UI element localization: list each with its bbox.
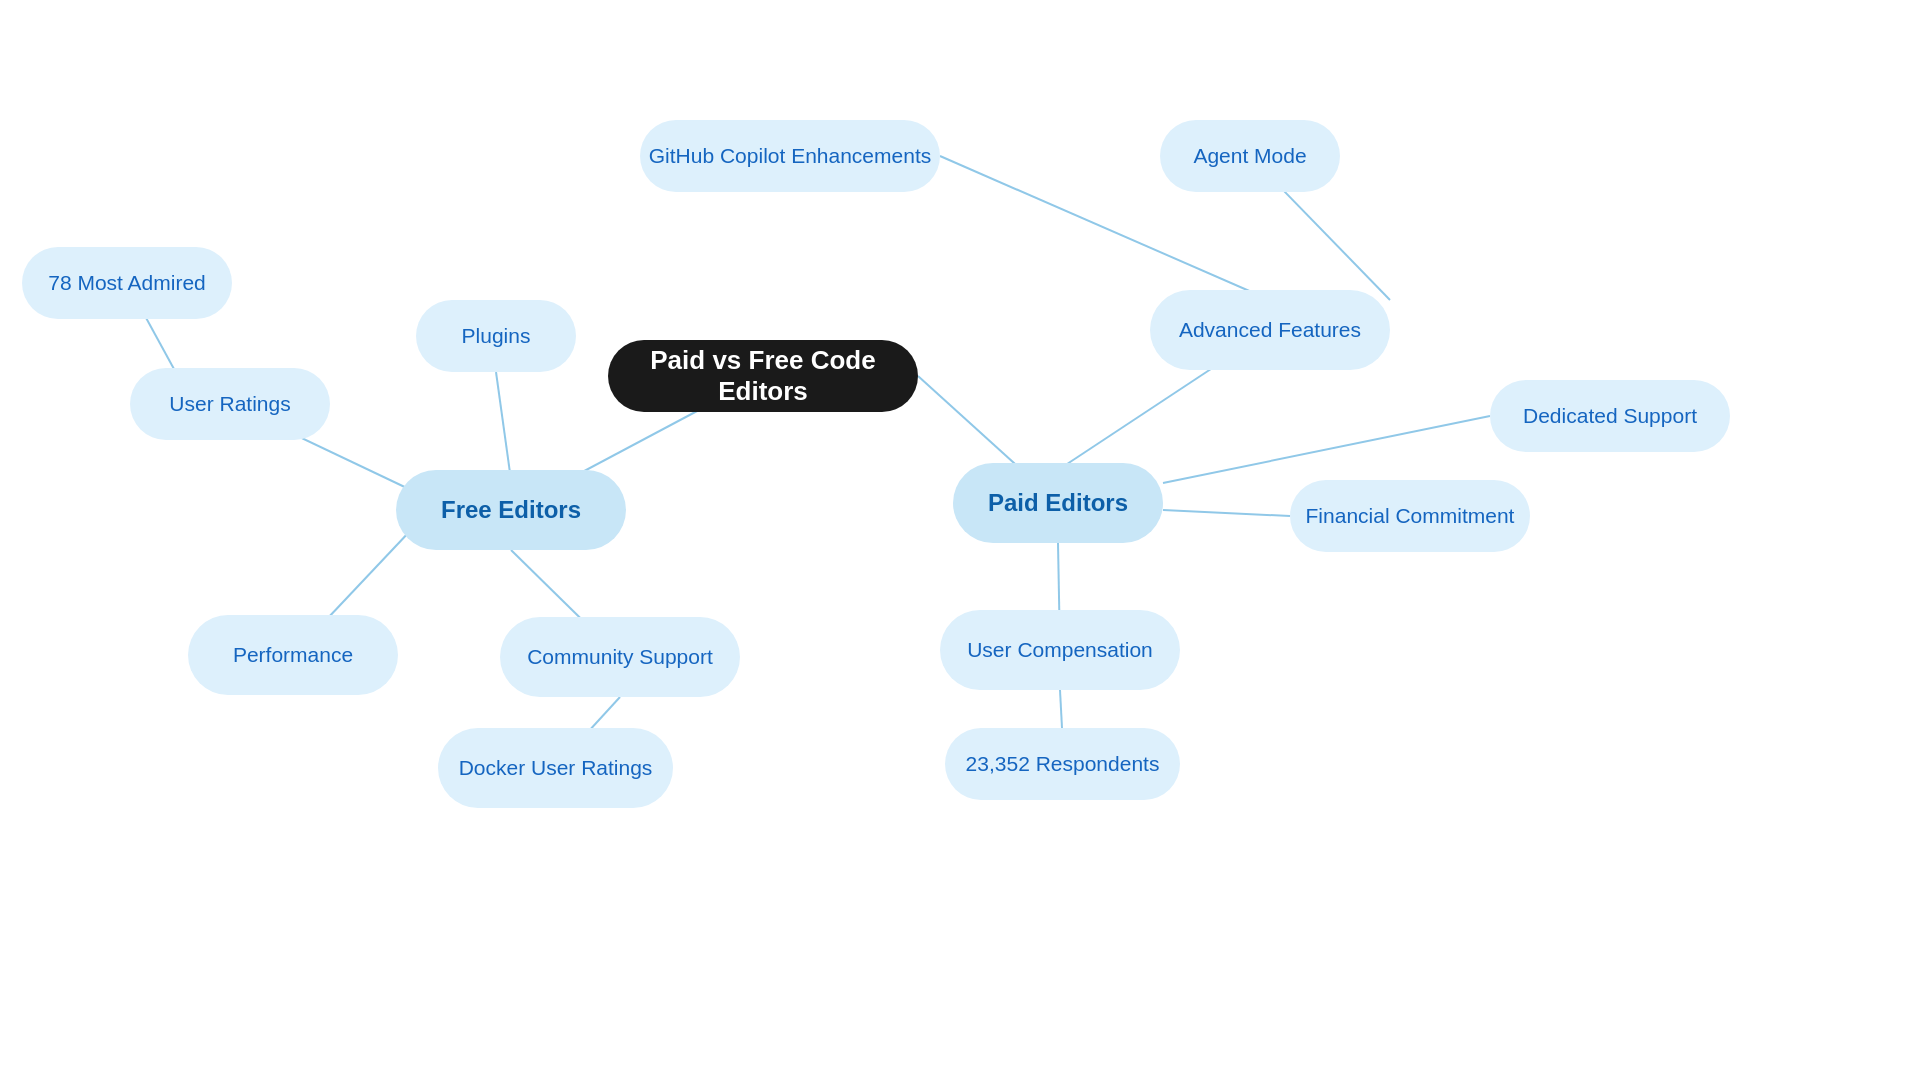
svg-line-2 [496, 372, 511, 480]
respondents-node[interactable]: 23,352 Respondents [945, 728, 1180, 800]
plugins-node[interactable]: Plugins [416, 300, 576, 372]
docker-user-ratings-node[interactable]: Docker User Ratings [438, 728, 673, 808]
advanced-features-node[interactable]: Advanced Features [1150, 290, 1390, 370]
svg-line-11 [1163, 416, 1490, 483]
svg-line-14 [1060, 690, 1062, 728]
github-copilot-node[interactable]: GitHub Copilot Enhancements [640, 120, 940, 192]
svg-line-10 [1163, 510, 1290, 516]
dedicated-support-node[interactable]: Dedicated Support [1490, 380, 1730, 452]
user-compensation-node[interactable]: User Compensation [940, 610, 1180, 690]
community-support-node[interactable]: Community Support [500, 617, 740, 697]
user-ratings-node[interactable]: User Ratings [130, 368, 330, 440]
free-editors-node[interactable]: Free Editors [396, 470, 626, 550]
paid-editors-node[interactable]: Paid Editors [953, 463, 1163, 543]
center-node: Paid vs Free Code Editors [608, 340, 918, 412]
agent-mode-node[interactable]: Agent Mode [1160, 120, 1340, 192]
financial-commitment-node[interactable]: Financial Commitment [1290, 480, 1530, 552]
performance-node[interactable]: Performance [188, 615, 398, 695]
most-admired-node[interactable]: 78 Most Admired [22, 247, 232, 319]
